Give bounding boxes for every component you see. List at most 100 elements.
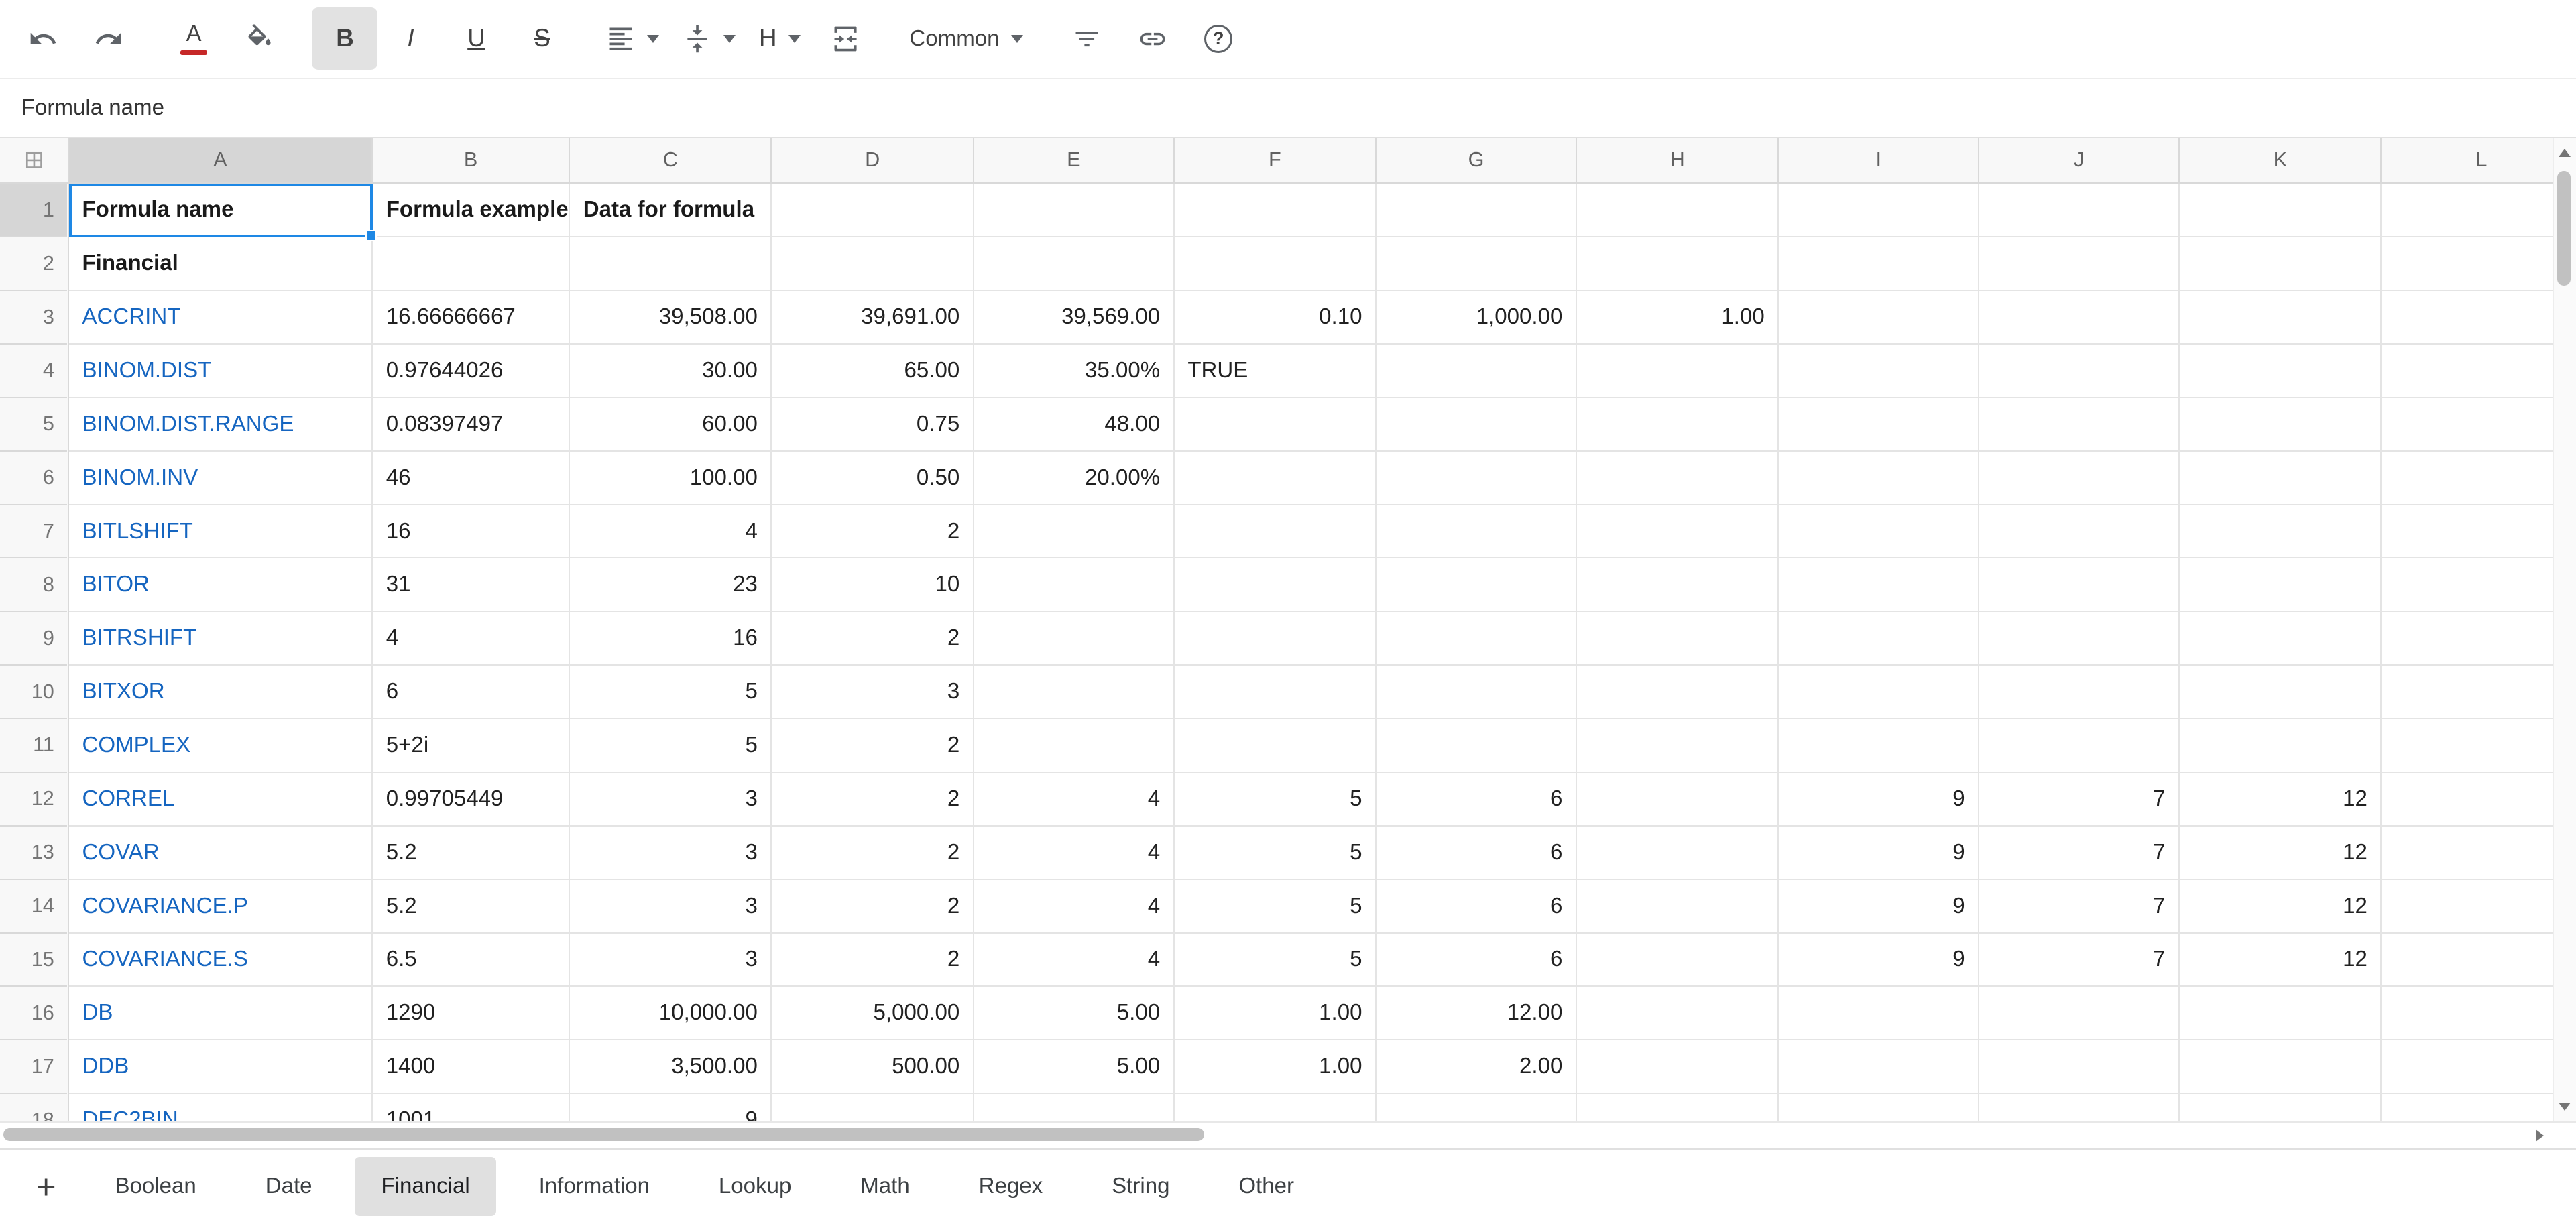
cell-A8[interactable]: BITOR: [68, 558, 373, 613]
column-header-J[interactable]: J: [1979, 137, 2180, 182]
cell-L7[interactable]: [2382, 505, 2553, 559]
sheet-tab-regex[interactable]: Regex: [952, 1157, 1069, 1216]
cell-K10[interactable]: [2180, 666, 2382, 720]
row-header-18[interactable]: 18: [0, 1094, 67, 1122]
cell-A9[interactable]: BITRSHIFT: [68, 612, 373, 666]
cell-C12[interactable]: 3: [570, 772, 772, 827]
cell-K1[interactable]: [2180, 184, 2382, 238]
cell-H14[interactable]: [1576, 879, 1779, 934]
column-header-L[interactable]: L: [2382, 138, 2553, 182]
cell-F14[interactable]: 5: [1174, 879, 1377, 934]
font-color-button[interactable]: A: [161, 7, 227, 70]
cell-C18[interactable]: 9: [570, 1094, 772, 1122]
align-vertical-button[interactable]: [670, 7, 747, 70]
cell-L4[interactable]: [2382, 345, 2553, 398]
cell-G3[interactable]: 1,000.00: [1377, 291, 1577, 345]
sheet-tab-information[interactable]: Information: [512, 1157, 676, 1216]
cell-H2[interactable]: [1576, 237, 1779, 292]
scroll-right-arrow[interactable]: [2528, 1123, 2551, 1148]
cell-L3[interactable]: [2382, 291, 2553, 345]
merge-cells-button[interactable]: [813, 7, 878, 70]
formula-bar[interactable]: Formula name: [0, 78, 2576, 138]
cell-G13[interactable]: 6: [1377, 826, 1577, 880]
cell-K8[interactable]: [2180, 558, 2382, 613]
cell-L11[interactable]: [2382, 719, 2553, 773]
cell-I2[interactable]: [1779, 237, 1980, 292]
cell-B3[interactable]: 16.66666667: [373, 291, 571, 345]
cell-H6[interactable]: [1576, 451, 1779, 505]
cell-A16[interactable]: DB: [68, 987, 373, 1041]
cell-B9[interactable]: 4: [373, 612, 571, 666]
cell-K7[interactable]: [2180, 505, 2382, 559]
cell-B14[interactable]: 5.2: [373, 879, 571, 934]
cell-J10[interactable]: [1979, 666, 2180, 720]
cell-L18[interactable]: [2382, 1094, 2553, 1121]
row-header-7[interactable]: 7: [0, 505, 68, 559]
cell-D17[interactable]: 500.00: [772, 1040, 974, 1095]
cell-I17[interactable]: [1779, 1040, 1980, 1095]
cell-E2[interactable]: [974, 237, 1175, 292]
cell-J13[interactable]: 7: [1979, 826, 2180, 880]
cell-F4[interactable]: TRUE: [1174, 344, 1377, 398]
cell-B2[interactable]: [373, 237, 571, 292]
cell-I5[interactable]: [1779, 397, 1980, 452]
cell-A6[interactable]: BINOM.INV: [68, 451, 373, 505]
fill-color-button[interactable]: [227, 7, 292, 70]
column-header-G[interactable]: G: [1377, 137, 1577, 182]
cell-B8[interactable]: 31: [373, 558, 571, 613]
vertical-scroll-thumb[interactable]: [2557, 170, 2571, 286]
cell-A15[interactable]: COVARIANCE.S: [68, 933, 373, 987]
cell-B10[interactable]: 6: [373, 666, 571, 720]
link-button[interactable]: [1120, 7, 1185, 70]
cell-D8[interactable]: 10: [772, 558, 974, 613]
cell-C10[interactable]: 5: [570, 666, 772, 720]
cell-B7[interactable]: 16: [373, 505, 571, 559]
cell-I14[interactable]: 9: [1779, 879, 1980, 934]
cell-D10[interactable]: 3: [772, 666, 974, 720]
cell-J17[interactable]: [1979, 1040, 2180, 1095]
cell-J1[interactable]: [1979, 184, 2180, 238]
cell-C17[interactable]: 3,500.00: [570, 1040, 772, 1095]
cell-B6[interactable]: 46: [373, 451, 571, 505]
cell-D7[interactable]: 2: [772, 505, 974, 559]
cell-H17[interactable]: [1576, 1040, 1779, 1095]
cell-K14[interactable]: 12: [2180, 879, 2382, 934]
add-sheet-button[interactable]: +: [17, 1157, 76, 1216]
cell-I16[interactable]: [1779, 987, 1980, 1041]
cell-A1[interactable]: Formula name: [68, 184, 373, 238]
cell-F3[interactable]: 0.10: [1174, 291, 1377, 345]
cell-A14[interactable]: COVARIANCE.P: [68, 879, 373, 934]
italic-button[interactable]: I: [377, 7, 443, 70]
cell-A12[interactable]: CORREL: [68, 772, 373, 827]
scroll-up-arrow[interactable]: [2554, 141, 2575, 164]
cell-A2[interactable]: Financial: [68, 237, 373, 292]
sheet-tab-string[interactable]: String: [1086, 1157, 1196, 1216]
cell-B18[interactable]: 1001: [373, 1094, 571, 1122]
cell-I10[interactable]: [1779, 666, 1980, 720]
cell-A3[interactable]: ACCRINT: [68, 291, 373, 345]
cell-H10[interactable]: [1576, 666, 1779, 720]
cell-E5[interactable]: 48.00: [974, 397, 1175, 452]
cell-D16[interactable]: 5,000.00: [772, 987, 974, 1041]
cell-K3[interactable]: [2180, 291, 2382, 345]
cell-L8[interactable]: [2382, 558, 2553, 613]
cell-D6[interactable]: 0.50: [772, 451, 974, 505]
underline-button[interactable]: U: [443, 7, 509, 70]
cell-L2[interactable]: [2382, 237, 2553, 292]
cell-A10[interactable]: BITXOR: [68, 666, 373, 720]
cell-G10[interactable]: [1377, 666, 1577, 720]
cell-C15[interactable]: 3: [570, 933, 772, 987]
undo-button[interactable]: [10, 7, 76, 70]
sheet-tab-math[interactable]: Math: [834, 1157, 936, 1216]
row-header-13[interactable]: 13: [0, 827, 68, 880]
cell-E8[interactable]: [974, 558, 1175, 613]
cell-E4[interactable]: 35.00%: [974, 344, 1175, 398]
cell-L17[interactable]: [2382, 1040, 2553, 1095]
cell-E17[interactable]: 5.00: [974, 1040, 1175, 1095]
row-header-6[interactable]: 6: [0, 452, 68, 505]
cell-H5[interactable]: [1576, 397, 1779, 452]
cell-D18[interactable]: [772, 1094, 974, 1122]
fill-handle[interactable]: [365, 229, 377, 242]
cell-K11[interactable]: [2180, 719, 2382, 773]
cell-G12[interactable]: 6: [1377, 772, 1577, 827]
